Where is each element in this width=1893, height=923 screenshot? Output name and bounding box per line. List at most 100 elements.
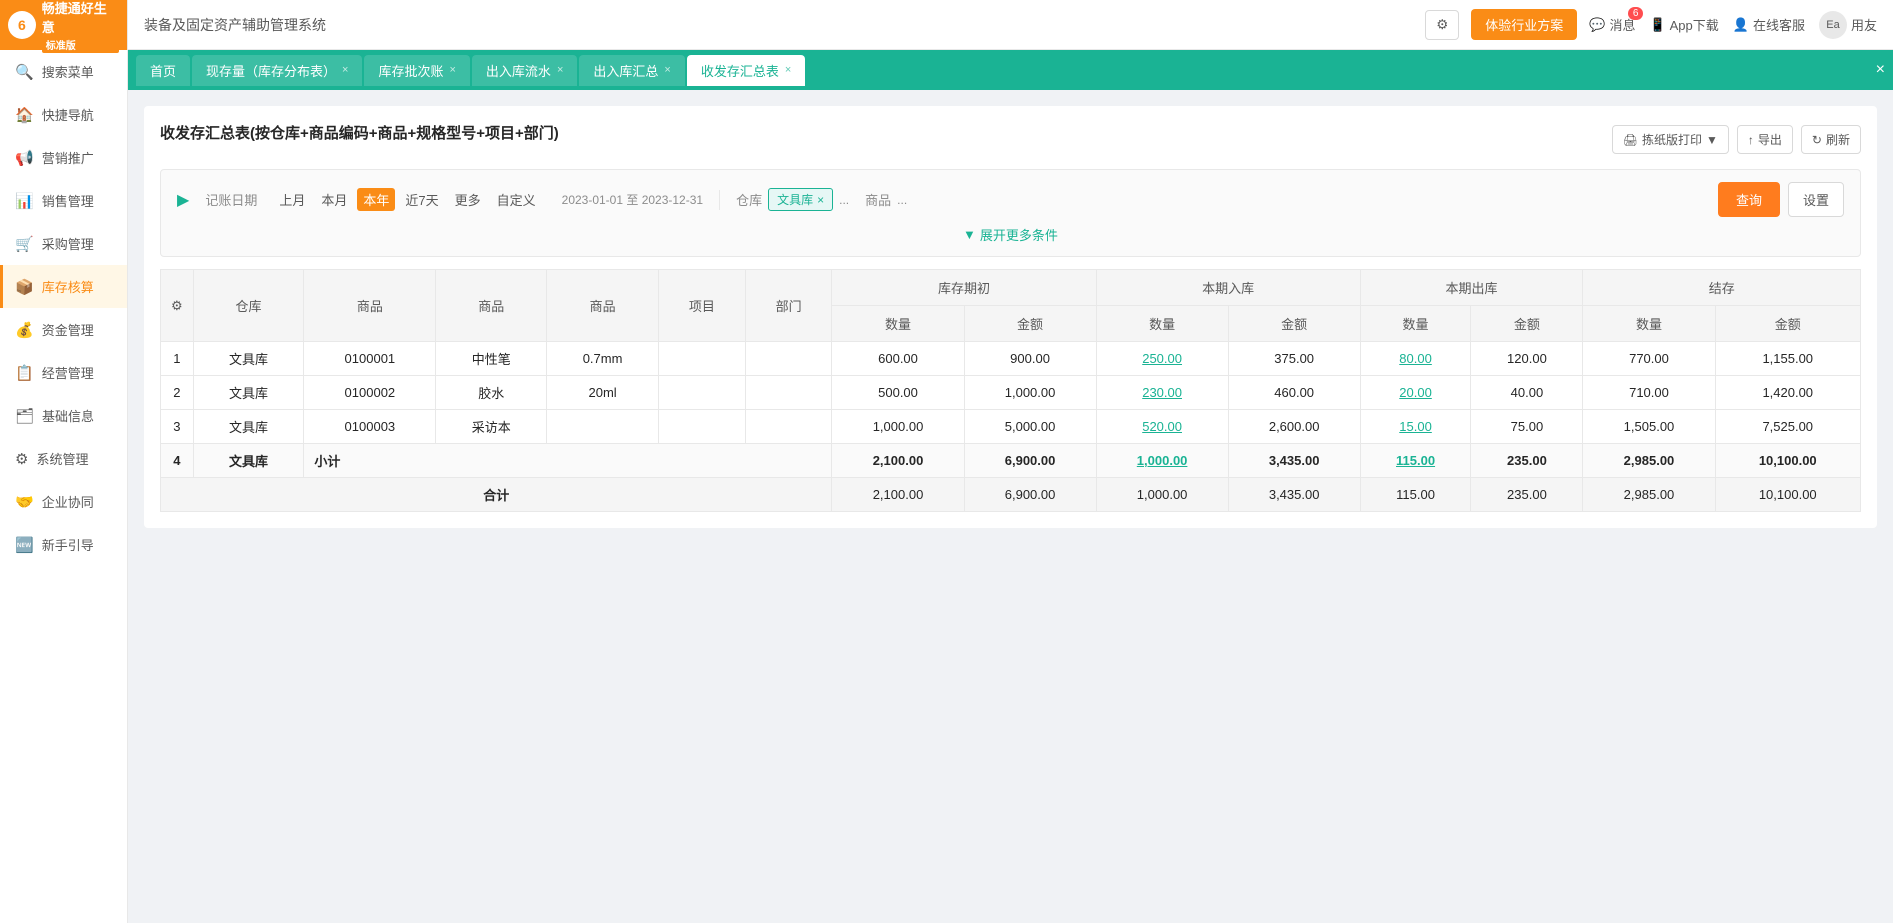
- sidebar-item-search[interactable]: 🔍 搜索菜单: [0, 50, 127, 93]
- date-btn-this-year[interactable]: 本年: [357, 188, 395, 211]
- date-range-display: 2023-01-01 至 2023-12-31: [562, 191, 703, 208]
- row-out-qty-link[interactable]: 15.00: [1399, 419, 1432, 434]
- print-button[interactable]: 🖨 拣纸版打印 ▼: [1612, 125, 1729, 154]
- sidebar-item-sales[interactable]: 📊 销售管理: [0, 179, 127, 222]
- row-bal-amt: 7,525.00: [1715, 410, 1861, 444]
- finance-icon: 💰: [15, 321, 34, 339]
- subtotal-in-qty-link[interactable]: 1,000.00: [1137, 453, 1188, 468]
- logo-icon: 6: [8, 11, 36, 39]
- refresh-button[interactable]: ↻ 刷新: [1801, 125, 1861, 154]
- tabs-close-all[interactable]: ×: [1876, 61, 1885, 79]
- warehouse-tag-text: 文具库: [777, 191, 813, 208]
- sidebar-item-system[interactable]: ⚙ 系统管理: [0, 437, 127, 480]
- row-seq: 2: [161, 376, 194, 410]
- subtotal-label: 小计: [304, 444, 832, 478]
- tab-inout-summary-close[interactable]: ×: [664, 64, 670, 76]
- row-in-qty-link[interactable]: 520.00: [1142, 419, 1182, 434]
- sidebar-item-basic[interactable]: 🗂 基础信息: [0, 394, 127, 437]
- tab-inventory-dist-close[interactable]: ×: [342, 64, 348, 76]
- tab-inout-flow[interactable]: 出入库流水 ×: [472, 55, 577, 86]
- tab-inout-flow-close[interactable]: ×: [557, 64, 563, 76]
- settings-button[interactable]: 设置: [1788, 182, 1844, 217]
- row-in-amt: 460.00: [1228, 376, 1360, 410]
- total-init-qty: 2,100.00: [832, 478, 964, 512]
- data-table: ⚙ 仓库 商品 商品 商品 项目 部门 库存期初 本期入库 本期出库 结存: [160, 269, 1861, 512]
- row-out-amt: 120.00: [1471, 342, 1583, 376]
- row-warehouse: 文具库: [193, 342, 304, 376]
- warehouse-tag-remove[interactable]: ×: [817, 193, 824, 207]
- subtotal-out-qty-link[interactable]: 115.00: [1396, 453, 1435, 468]
- row-out-qty-link[interactable]: 20.00: [1399, 385, 1432, 400]
- sidebar-item-guide[interactable]: 🆕 新手引导: [0, 523, 127, 566]
- sidebar-item-guide-label: 新手引导: [42, 535, 94, 554]
- tab-recv-send-close[interactable]: ×: [785, 64, 791, 76]
- print-label: 拣纸版打印: [1642, 131, 1702, 148]
- subtotal-bal-qty: 2,985.00: [1583, 444, 1715, 478]
- date-btn-prev-month[interactable]: 上月: [273, 188, 311, 211]
- row-init-amt: 900.00: [964, 342, 1096, 376]
- tab-batch[interactable]: 库存批次账 ×: [364, 55, 469, 86]
- tab-inventory-dist[interactable]: 现存量（库存分布表） ×: [192, 55, 362, 86]
- filter-row-1: ▶ 记账日期 上月 本月 本年 近7天 更多 自定义 2023-01-01 至 …: [177, 182, 1844, 217]
- row-out-amt: 40.00: [1471, 376, 1583, 410]
- warehouse-tag[interactable]: 文具库 ×: [768, 188, 833, 211]
- export-button[interactable]: ↑ 导出: [1737, 125, 1793, 154]
- experience-button[interactable]: 体验行业方案: [1471, 9, 1577, 40]
- row-in-qty-link[interactable]: 230.00: [1142, 385, 1182, 400]
- gear-button[interactable]: ⚙: [1425, 10, 1459, 40]
- sidebar-item-marketing[interactable]: 📢 营销推广: [0, 136, 127, 179]
- filter-expand-row: ▼ 展开更多条件: [177, 225, 1844, 244]
- date-btn-custom[interactable]: 自定义: [491, 188, 542, 211]
- date-btn-more[interactable]: 更多: [449, 188, 487, 211]
- sidebar-item-quicknav[interactable]: 🏠 快捷导航: [0, 93, 127, 136]
- total-out-qty: 115.00: [1360, 478, 1471, 512]
- inventory-icon: 📦: [15, 278, 34, 296]
- sidebar-nav: 🔍 搜索菜单 🏠 快捷导航 📢 营销推广 📊 销售管理 🛒 采购管理 📦 库存核…: [0, 50, 127, 923]
- warehouse-more-btn[interactable]: ...: [839, 193, 849, 207]
- row-project: [659, 410, 746, 444]
- online-service-button[interactable]: 👤 在线客服: [1733, 15, 1805, 34]
- sidebar-item-inventory[interactable]: 📦 库存核算: [0, 265, 127, 308]
- row-init-qty: 500.00: [832, 376, 964, 410]
- expand-icon: ▼: [963, 227, 976, 242]
- sidebar-item-purchase[interactable]: 🛒 采购管理: [0, 222, 127, 265]
- table-subheader-in-amt: 金额: [1228, 306, 1360, 342]
- row-warehouse: 文具库: [193, 410, 304, 444]
- subtotal-row: 4 文具库 小计 2,100.00 6,900.00 1,000.00 3,43…: [161, 444, 1861, 478]
- table-subheader-out-qty: 数量: [1360, 306, 1471, 342]
- sidebar-item-operations[interactable]: 📋 经营管理: [0, 351, 127, 394]
- table-col-settings[interactable]: ⚙: [161, 270, 194, 342]
- row-out-qty-link[interactable]: 80.00: [1399, 351, 1432, 366]
- user-menu[interactable]: Ea 用友: [1819, 11, 1877, 39]
- sidebar-item-enterprise[interactable]: 🤝 企业协同: [0, 480, 127, 523]
- table-header-name: 商品: [436, 270, 547, 342]
- tab-batch-close[interactable]: ×: [449, 64, 455, 76]
- query-button[interactable]: 查询: [1718, 182, 1780, 217]
- print-icon: 🖨: [1623, 133, 1638, 147]
- goods-more-btn[interactable]: ...: [897, 193, 907, 207]
- message-badge: 6: [1628, 7, 1644, 20]
- row-init-qty: 1,000.00: [832, 410, 964, 444]
- total-bal-amt: 10,100.00: [1715, 478, 1861, 512]
- row-spec: 20ml: [547, 376, 659, 410]
- date-btn-this-month[interactable]: 本月: [315, 188, 353, 211]
- row-in-amt: 375.00: [1228, 342, 1360, 376]
- row-bal-qty: 710.00: [1583, 376, 1715, 410]
- message-button[interactable]: 💬 消息 6: [1589, 15, 1635, 34]
- system-icon: ⚙: [15, 450, 28, 468]
- filter-action-buttons: 查询 设置: [1718, 182, 1844, 217]
- download-icon: 📱: [1649, 17, 1665, 33]
- filter-collapse-arrow[interactable]: ▶: [177, 190, 189, 210]
- row-in-amt: 2,600.00: [1228, 410, 1360, 444]
- tab-home[interactable]: 首页: [136, 55, 190, 86]
- tab-inout-summary[interactable]: 出入库汇总 ×: [579, 55, 684, 86]
- tab-recv-send-summary[interactable]: 收发存汇总表 ×: [687, 55, 805, 86]
- warehouse-filter: 仓库 文具库 × ...: [736, 188, 849, 211]
- app-download-button[interactable]: 📱 App下载: [1649, 15, 1718, 34]
- date-btn-7days[interactable]: 近7天: [399, 188, 444, 211]
- tab-inout-summary-label: 出入库汇总: [593, 61, 658, 80]
- sidebar-item-finance[interactable]: 💰 资金管理: [0, 308, 127, 351]
- sidebar: 6 畅捷通好生意 标准版 🔍 搜索菜单 🏠 快捷导航 📢 营销推广 📊 销售管理…: [0, 0, 128, 923]
- row-in-qty-link[interactable]: 250.00: [1142, 351, 1182, 366]
- expand-conditions-btn[interactable]: ▼ 展开更多条件: [963, 225, 1058, 244]
